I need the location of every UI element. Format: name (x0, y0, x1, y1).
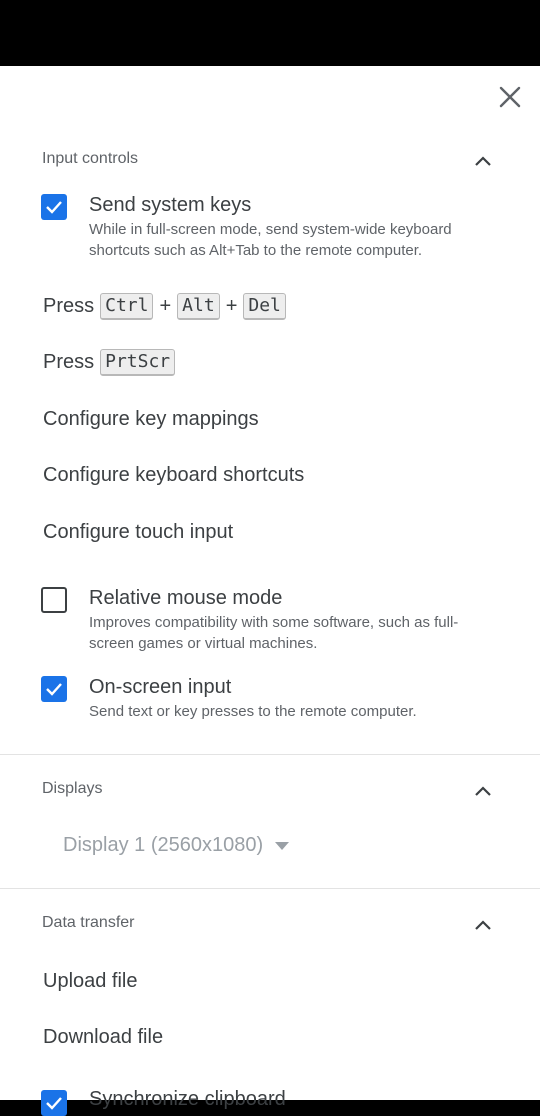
plus-separator: + (225, 295, 238, 317)
check-icon (46, 683, 62, 696)
check-icon (46, 201, 62, 214)
prtscr-key: PrtScr (100, 349, 176, 376)
section-divider (0, 888, 540, 889)
chevron-up-icon (475, 156, 491, 166)
section-divider (0, 754, 540, 755)
chevron-up-icon (475, 786, 491, 796)
send-system-keys-label[interactable]: Send system keys (89, 194, 251, 217)
close-button[interactable] (494, 81, 526, 113)
status-bar (0, 0, 540, 66)
on-screen-input-label[interactable]: On-screen input (89, 676, 231, 699)
close-icon (499, 86, 521, 108)
chevron-up-icon (475, 920, 491, 930)
display-select[interactable]: Display 1 (2560x1080) (63, 834, 290, 857)
displays-title: Displays (42, 780, 103, 797)
download-file-button[interactable]: Download file (43, 1026, 163, 1049)
configure-touch-input-button[interactable]: Configure touch input (43, 521, 233, 544)
configure-keyboard-shortcuts-button[interactable]: Configure keyboard shortcuts (43, 464, 304, 487)
caret-down-icon (275, 841, 290, 850)
synchronize-clipboard-checkbox[interactable] (41, 1090, 67, 1116)
data-transfer-title: Data transfer (42, 914, 135, 931)
press-label: Press (43, 295, 95, 317)
data-transfer-collapse-button[interactable] (470, 912, 496, 938)
plus-separator: + (159, 295, 172, 317)
relative-mouse-mode-checkbox[interactable] (41, 587, 67, 613)
relative-mouse-mode-label[interactable]: Relative mouse mode (89, 587, 282, 610)
send-system-keys-description: While in full-screen mode, send system-w… (89, 221, 452, 259)
relative-mouse-mode-description: Improves compatibility with some softwar… (89, 614, 459, 652)
press-label: Press (43, 351, 95, 373)
display-select-value: Display 1 (2560x1080) (63, 834, 264, 856)
on-screen-input-checkbox[interactable] (41, 676, 67, 702)
press-ctrl-alt-del-button[interactable]: Press Ctrl + Alt + Del (43, 293, 286, 320)
del-key: Del (243, 293, 286, 320)
configure-key-mappings-button[interactable]: Configure key mappings (43, 408, 259, 431)
upload-file-button[interactable]: Upload file (43, 970, 138, 993)
input-controls-title: Input controls (42, 150, 139, 167)
check-icon (46, 1097, 62, 1110)
displays-collapse-button[interactable] (470, 778, 496, 804)
alt-key: Alt (177, 293, 220, 320)
on-screen-input-description: Send text or key presses to the remote c… (89, 703, 417, 720)
ctrl-key: Ctrl (100, 293, 154, 320)
input-controls-collapse-button[interactable] (470, 148, 496, 174)
send-system-keys-checkbox[interactable] (41, 194, 67, 220)
press-prtscr-button[interactable]: Press PrtScr (43, 349, 176, 376)
